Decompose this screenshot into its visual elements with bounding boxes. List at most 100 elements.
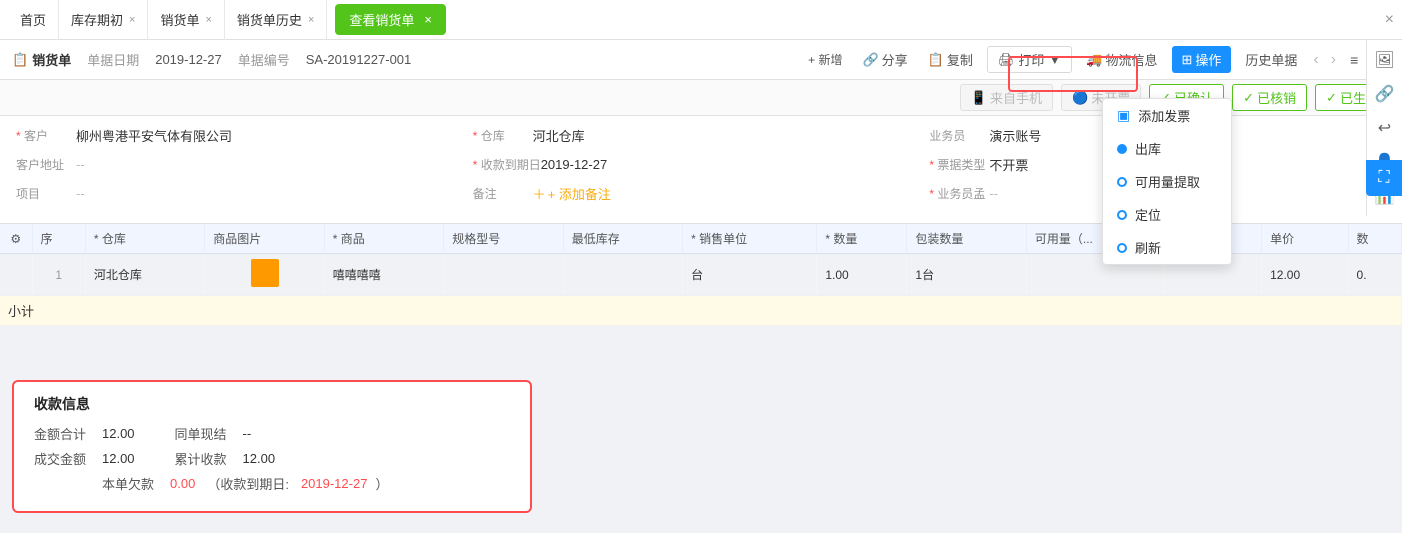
dropdown-outbound[interactable]: 出库: [1103, 132, 1231, 165]
copy-button[interactable]: 📋 复制: [922, 48, 979, 71]
col-min-stock: 最低库存: [563, 224, 682, 254]
add-remark-icon: ＋: [533, 184, 546, 203]
doc-header: 📋 销货单 单据日期 2019-12-27 单据编号 SA-20191227-0…: [0, 40, 1402, 80]
col-price: 单价: [1262, 224, 1348, 254]
col-img: 商品图片: [205, 224, 324, 254]
warehouse-value: 河北仓库: [533, 126, 585, 145]
operate-button[interactable]: ⊞ 操作: [1172, 46, 1232, 73]
row-img-cell: [205, 254, 324, 296]
add-remark-button[interactable]: ＋ + 添加备注: [533, 184, 611, 203]
cumulative-value: 12.00: [243, 451, 276, 466]
product-image: [251, 259, 279, 287]
staff2-label: 业务员孟: [929, 185, 989, 202]
cancelled-icon: ✓: [1243, 90, 1254, 106]
history-button[interactable]: 历史单据: [1239, 48, 1303, 71]
nav-prev[interactable]: ‹: [1311, 49, 1320, 71]
same-order-value: --: [243, 426, 252, 441]
tab-view-sales-close[interactable]: ×: [424, 12, 432, 27]
tab-home[interactable]: 首页: [8, 0, 59, 40]
sidebar-img-btn[interactable]: 🖼: [1369, 44, 1401, 76]
remark-label: 备注: [473, 185, 533, 202]
sidebar-undo-btn[interactable]: ↩: [1369, 112, 1401, 144]
print-dropdown-arrow: ▼: [1048, 52, 1061, 67]
customer-field: 客户 柳州粤港平安气体有限公司: [16, 126, 473, 145]
cancelled-button[interactable]: ✓ 已核销: [1232, 84, 1307, 111]
row-settings-cell: [0, 254, 32, 296]
total-amount-item: 金额合计 12.00: [34, 424, 135, 443]
deal-amount-label: 成交金额: [34, 449, 94, 468]
tab-sales-order[interactable]: 销货单 ×: [148, 0, 224, 40]
staff2-value: --: [989, 186, 998, 201]
avail-extract-dot: [1117, 177, 1127, 187]
payment-row-1: 金额合计 12.00 同单现结 --: [34, 424, 510, 443]
share-button[interactable]: 🔗 分享: [856, 48, 913, 71]
tab-view-sales[interactable]: 查看销货单 ×: [335, 4, 446, 35]
deal-amount-item: 成交金额 12.00: [34, 449, 135, 468]
tab-inventory-init-close[interactable]: ×: [129, 14, 135, 26]
tab-sales-history[interactable]: 销货单历史 ×: [225, 0, 327, 40]
ticket-type-value: 不开票: [989, 155, 1028, 174]
warehouse-label: 仓库: [473, 127, 533, 144]
due-value: 0.00: [170, 476, 195, 491]
staff-value: 演示账号: [989, 126, 1041, 145]
payment-row-3: 本单欠款 0.00 （收款到期日: 2019-12-27 ）: [34, 474, 510, 493]
sidebar-expand-btn[interactable]: ⛶: [1366, 160, 1402, 196]
project-value: --: [76, 186, 85, 201]
nav-next[interactable]: ›: [1329, 49, 1338, 71]
dropdown-refresh[interactable]: 刷新: [1103, 231, 1231, 264]
row-warehouse-cell: 河北仓库: [85, 254, 204, 296]
row-amount-cell: 0.: [1348, 254, 1401, 296]
row-min-stock-cell: [563, 254, 682, 296]
doc-icon: 📋: [12, 52, 28, 68]
warehouse-field: 仓库 河北仓库: [473, 126, 930, 145]
logistics-button[interactable]: 🚚 物流信息: [1080, 48, 1163, 71]
logistics-icon: 🚚: [1086, 52, 1102, 68]
total-value: 12.00: [102, 426, 135, 441]
tab-inventory-init[interactable]: 库存期初 ×: [59, 0, 148, 40]
dropdown-avail-extract[interactable]: 可用量提取: [1103, 165, 1231, 198]
address-value: --: [76, 157, 85, 172]
payment-date-label: 收款到期日: [473, 156, 541, 173]
same-order-item: 同单现结 --: [175, 424, 252, 443]
payment-title: 收款信息: [34, 394, 510, 414]
col-num: 序: [32, 224, 85, 254]
subtotal-row: 小计: [0, 296, 1402, 326]
operate-icon: ⊞: [1182, 52, 1193, 68]
cumulative-item: 累计收款 12.00: [175, 449, 276, 468]
refresh-dot: [1117, 243, 1127, 253]
address-field: 客户地址 --: [16, 156, 473, 173]
col-settings[interactable]: ⚙: [0, 224, 32, 254]
view-single[interactable]: ≡: [1346, 50, 1362, 70]
new-button[interactable]: + 新增: [802, 49, 848, 70]
payment-date-field: 收款到期日 2019-12-27: [473, 156, 930, 173]
add-invoice-icon: ▣: [1117, 107, 1130, 124]
tab-sales-order-close[interactable]: ×: [205, 14, 211, 26]
effective-icon: ✓: [1326, 90, 1337, 106]
address-label: 客户地址: [16, 156, 76, 173]
doc-actions: + 新增 🔗 分享 📋 复制 🖨 打印 ▼ 🚚 物流信息 ⊞ 操作 历史单据 ‹: [802, 46, 1390, 73]
col-product: * 商品: [324, 224, 443, 254]
dropdown-add-invoice[interactable]: ▣ 添加发票: [1103, 99, 1231, 132]
due-end: ）: [375, 474, 388, 493]
customer-value: 柳州粤港平安气体有限公司: [76, 126, 232, 145]
row-pack-qty-cell: 1台: [907, 254, 1026, 296]
sidebar-link-btn[interactable]: 🔗: [1369, 78, 1401, 110]
sidebar-expand-area: ⛶: [1366, 160, 1402, 196]
tab-sales-history-close[interactable]: ×: [308, 14, 314, 26]
from-phone-button[interactable]: 📱 来自手机: [960, 84, 1053, 111]
row-price-cell: 12.00: [1262, 254, 1348, 296]
locate-dot: [1117, 210, 1127, 220]
same-order-label: 同单现结: [175, 424, 235, 443]
operate-dropdown-menu: ▣ 添加发票 出库 可用量提取 定位 刷新: [1102, 98, 1232, 265]
project-field: 项目 --: [16, 185, 473, 202]
print-button[interactable]: 🖨 打印 ▼: [987, 46, 1072, 73]
dropdown-locate[interactable]: 定位: [1103, 198, 1231, 231]
tab-bar: 首页 库存期初 × 销货单 × 销货单历史 × 查看销货单 × ×: [0, 0, 1402, 40]
deal-amount-value: 12.00: [102, 451, 135, 466]
row-spec-cell: [444, 254, 563, 296]
due-item: 本单欠款 0.00 （收款到期日: 2019-12-27 ）: [102, 474, 388, 493]
doc-meta: 单据日期 2019-12-27 单据编号 SA-20191227-001: [87, 50, 411, 69]
window-close[interactable]: ×: [1385, 11, 1394, 29]
total-label: 金额合计: [34, 424, 94, 443]
row-qty-cell: 1.00: [817, 254, 907, 296]
